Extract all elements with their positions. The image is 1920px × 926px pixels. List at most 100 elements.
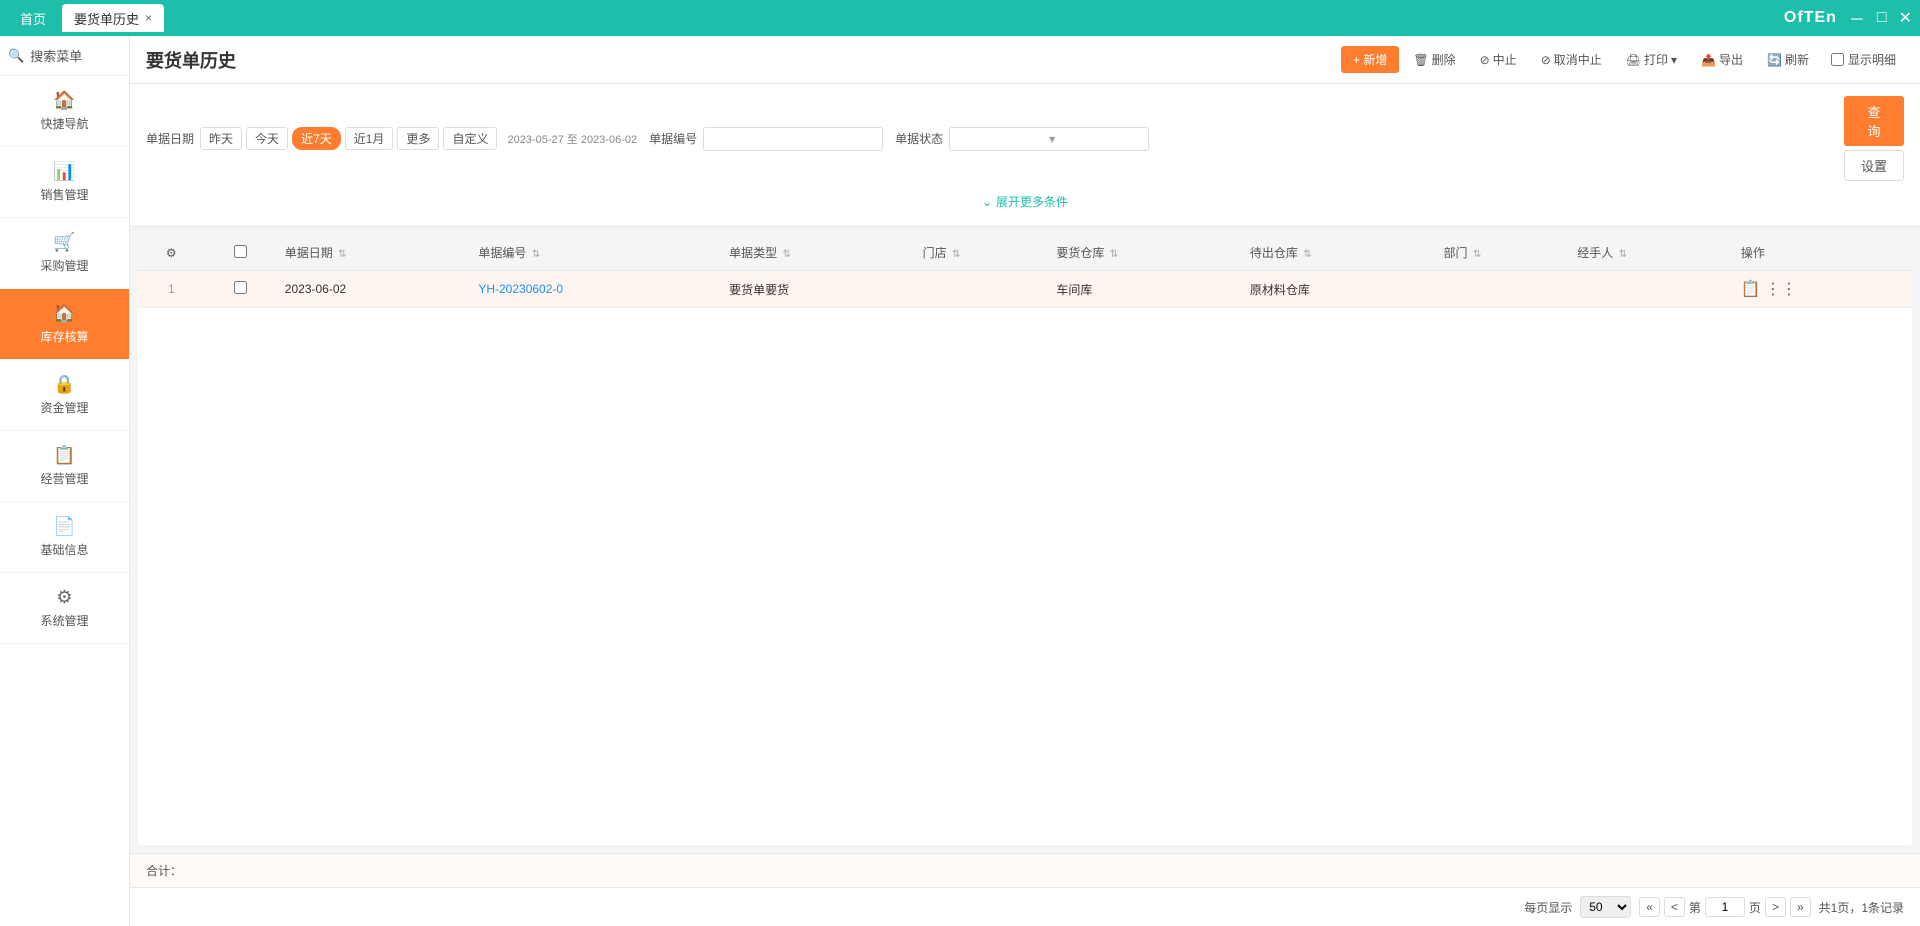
view-icon[interactable]: 📋 bbox=[1741, 279, 1761, 299]
filter-actions: 查询 设置 bbox=[1844, 96, 1904, 181]
sidebar-fund-label: 资金管理 bbox=[40, 399, 88, 416]
sidebar-operation-label: 经营管理 bbox=[40, 470, 88, 487]
display-detail-input[interactable] bbox=[1831, 53, 1844, 66]
toolbar: + 新增 🗑 删除 ⊘ 中止 ⊘ 取消中止 🖨 打印 ▾ bbox=[1341, 46, 1904, 73]
setting-button[interactable]: 设置 bbox=[1844, 150, 1904, 181]
per-page-label: 每页显示 bbox=[1524, 899, 1572, 916]
purchase-icon: 🛒 bbox=[53, 232, 75, 253]
page-title: 要货单历史 bbox=[146, 47, 1333, 73]
tab-close-icon[interactable]: × bbox=[145, 11, 152, 25]
expand-more-btn[interactable]: ⌄ 展开更多条件 bbox=[146, 189, 1904, 214]
close-icon[interactable]: ✕ bbox=[1899, 8, 1912, 28]
top-bar: 首页 要货单历史 × OfTEn － □ ✕ bbox=[0, 0, 1920, 36]
print-button[interactable]: 🖨 打印 ▾ bbox=[1616, 46, 1687, 73]
col-date-sort[interactable]: ⇅ bbox=[338, 249, 346, 260]
table-wrapper: ⚙ 单据日期 ⇅ 单据编号 ⇅ 单据类型 ⇅ bbox=[138, 235, 1912, 845]
page-navigation: « < 第 页 > » bbox=[1639, 897, 1810, 917]
col-req-warehouse-label: 要货仓库 bbox=[1056, 246, 1104, 260]
col-pending-warehouse-sort[interactable]: ⇅ bbox=[1303, 249, 1311, 260]
more-icon[interactable]: ⋮⋮ bbox=[1765, 279, 1797, 299]
prev-page-btn[interactable]: < bbox=[1664, 897, 1685, 917]
print-dropdown-icon[interactable]: ▾ bbox=[1671, 53, 1677, 67]
filter-row-1: 单据日期 昨天 今天 近7天 近1月 更多 自定义 2023-05-27 至 2… bbox=[146, 96, 1904, 181]
page-header: 要货单历史 + 新增 🗑 删除 ⊘ 中止 ⊘ 取消中止 🖨 打印 bbox=[130, 36, 1920, 84]
next-page-btn[interactable]: > bbox=[1765, 897, 1786, 917]
sidebar-item-system[interactable]: ⚙ 系统管理 bbox=[0, 573, 129, 644]
export-button[interactable]: 📤 导出 bbox=[1691, 46, 1753, 73]
expand-label: 展开更多条件 bbox=[996, 193, 1068, 210]
maximize-icon[interactable]: □ bbox=[1877, 9, 1887, 27]
sidebar-item-inventory[interactable]: 🏠 库存核算 bbox=[0, 289, 129, 360]
page-label: 第 bbox=[1689, 899, 1701, 916]
delete-button[interactable]: 🗑 删除 bbox=[1403, 46, 1465, 73]
total-info: 共1页，1条记录 bbox=[1819, 899, 1904, 916]
sidebar-item-sales[interactable]: 📊 销售管理 bbox=[0, 147, 129, 218]
sidebar-item-fund[interactable]: 🔒 资金管理 bbox=[0, 360, 129, 431]
date-btn-today[interactable]: 今天 bbox=[246, 127, 288, 150]
page-unit-label: 页 bbox=[1749, 899, 1761, 916]
tab-requisition-history[interactable]: 要货单历史 × bbox=[62, 4, 164, 32]
col-operation-label: 操作 bbox=[1741, 246, 1765, 260]
last-page-btn[interactable]: » bbox=[1790, 897, 1811, 917]
sidebar-basic-info-label: 基础信息 bbox=[40, 541, 88, 558]
col-store-sort[interactable]: ⇅ bbox=[952, 249, 960, 260]
cell-bill-no[interactable]: YH-20230602-0 bbox=[470, 271, 721, 308]
bill-status-select[interactable]: ▾ bbox=[949, 127, 1149, 151]
stop-icon: ⊘ bbox=[1480, 53, 1490, 67]
per-page-select[interactable]: 50 100 200 bbox=[1580, 896, 1631, 918]
col-bill-type-label: 单据类型 bbox=[729, 246, 777, 260]
tab-home[interactable]: 首页 bbox=[8, 4, 58, 32]
query-button[interactable]: 查询 bbox=[1844, 96, 1904, 146]
sidebar-purchase-label: 采购管理 bbox=[40, 257, 88, 274]
refresh-icon: 🔄 bbox=[1767, 53, 1782, 67]
cancel-stop-button[interactable]: ⊘ 取消中止 bbox=[1531, 46, 1612, 73]
tab-home-label: 首页 bbox=[20, 9, 46, 28]
cell-pending-warehouse: 原材料仓库 bbox=[1242, 271, 1436, 308]
stop-label: 中止 bbox=[1493, 51, 1517, 68]
col-bill-no-sort[interactable]: ⇅ bbox=[532, 249, 540, 260]
col-department-sort[interactable]: ⇅ bbox=[1473, 249, 1481, 260]
col-bill-type-sort[interactable]: ⇅ bbox=[782, 249, 790, 260]
date-btn-7days[interactable]: 近7天 bbox=[292, 127, 341, 150]
cell-date: 2023-06-02 bbox=[277, 271, 471, 308]
summary-bar: 合计： bbox=[130, 853, 1920, 887]
col-checkbox[interactable] bbox=[205, 235, 277, 271]
select-all-checkbox[interactable] bbox=[234, 245, 247, 258]
bill-no-input[interactable] bbox=[703, 127, 883, 151]
new-button[interactable]: + 新增 bbox=[1341, 46, 1399, 73]
col-req-warehouse-sort[interactable]: ⇅ bbox=[1110, 249, 1118, 260]
sidebar-item-purchase[interactable]: 🛒 采购管理 bbox=[0, 218, 129, 289]
display-detail-label: 显示明细 bbox=[1848, 51, 1896, 68]
date-btn-more[interactable]: 更多 bbox=[397, 127, 439, 150]
first-page-btn[interactable]: « bbox=[1639, 897, 1660, 917]
col-handler-sort[interactable]: ⇅ bbox=[1619, 249, 1627, 260]
col-bill-type: 单据类型 ⇅ bbox=[721, 235, 915, 271]
row-checkbox[interactable] bbox=[234, 281, 247, 294]
cell-checkbox[interactable] bbox=[205, 271, 277, 308]
table-row: 1 2023-06-02 YH-20230602-0 要货单要货 车间库 原材料… bbox=[138, 271, 1912, 308]
date-btn-1month[interactable]: 近1月 bbox=[345, 127, 394, 150]
sidebar-item-basic-info[interactable]: 📄 基础信息 bbox=[0, 502, 129, 573]
sidebar-item-quick-nav[interactable]: 🏠 快捷导航 bbox=[0, 76, 129, 147]
tab-bar: 首页 要货单历史 × bbox=[8, 4, 1784, 32]
sidebar-search[interactable]: 🔍 搜索菜单 bbox=[0, 36, 129, 76]
bill-no-link[interactable]: YH-20230602-0 bbox=[478, 282, 563, 296]
sidebar-item-operation[interactable]: 📋 经营管理 bbox=[0, 431, 129, 502]
date-filter-label: 单据日期 bbox=[146, 130, 194, 147]
stop-button[interactable]: ⊘ 中止 bbox=[1470, 46, 1527, 73]
col-bill-no-label: 单据编号 bbox=[478, 246, 526, 260]
display-detail-checkbox[interactable]: 显示明细 bbox=[1823, 46, 1904, 73]
date-btn-yesterday[interactable]: 昨天 bbox=[200, 127, 242, 150]
refresh-label: 刷新 bbox=[1785, 51, 1809, 68]
export-label: 导出 bbox=[1719, 51, 1743, 68]
date-btn-custom[interactable]: 自定义 bbox=[443, 127, 497, 150]
minimize-icon[interactable]: － bbox=[1849, 6, 1865, 30]
col-department-label: 部门 bbox=[1443, 246, 1467, 260]
sidebar-quick-nav-label: 快捷导航 bbox=[40, 115, 88, 132]
tab-requisition-label: 要货单历史 bbox=[74, 9, 139, 28]
page-input[interactable] bbox=[1705, 897, 1745, 917]
pagination: 每页显示 50 100 200 « < 第 页 > » 共1页，1条记录 bbox=[130, 887, 1920, 926]
col-settings[interactable]: ⚙ bbox=[138, 235, 205, 271]
sidebar-system-label: 系统管理 bbox=[40, 612, 88, 629]
refresh-button[interactable]: 🔄 刷新 bbox=[1757, 46, 1819, 73]
